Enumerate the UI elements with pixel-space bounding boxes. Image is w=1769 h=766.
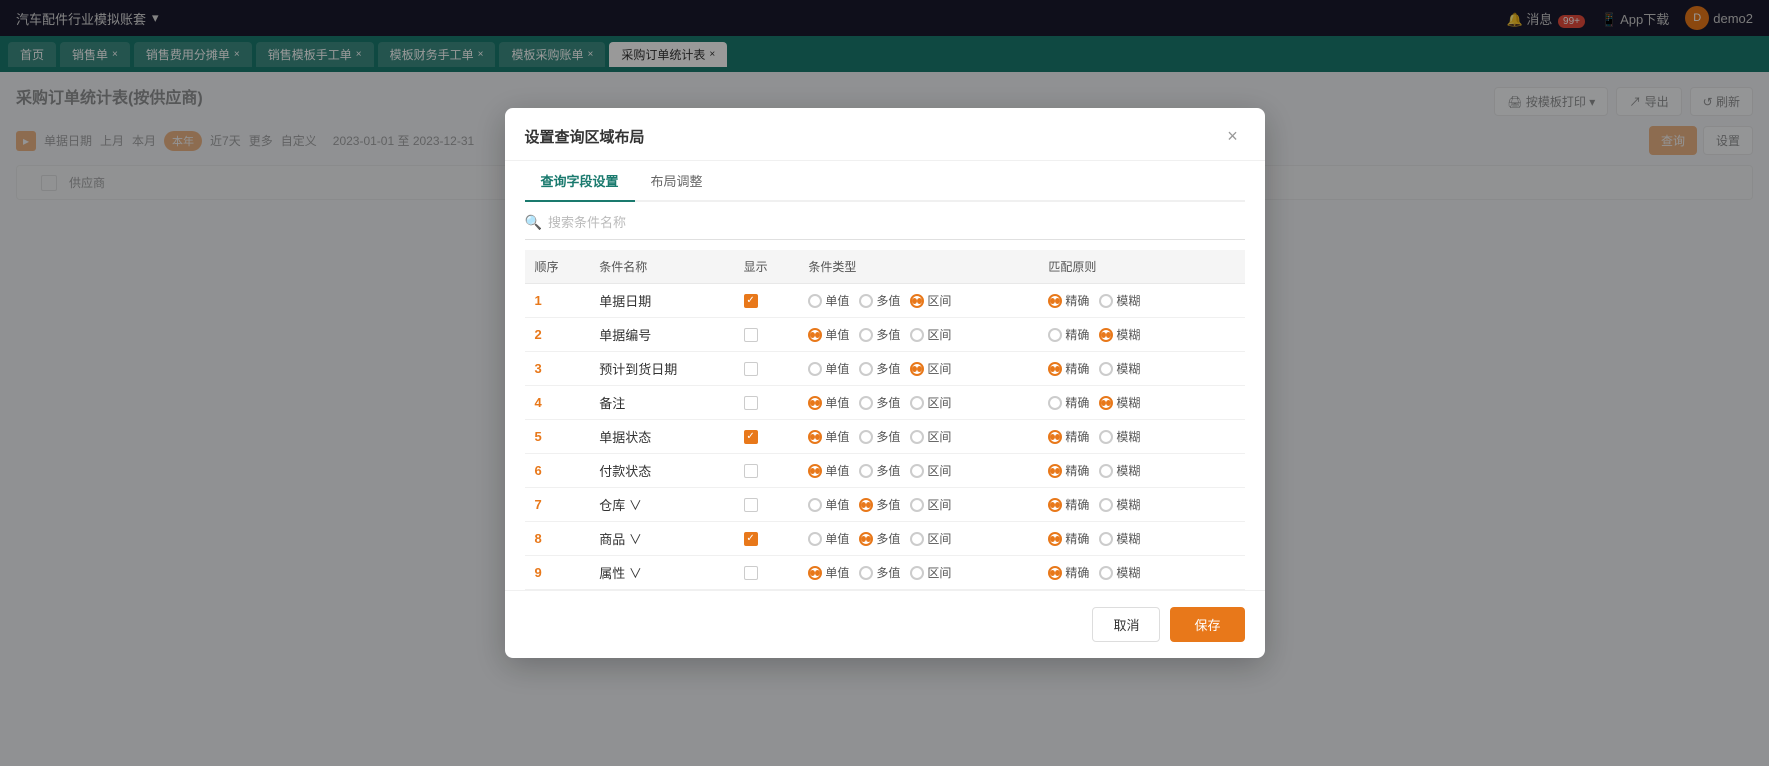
row-name: 属性 ∨ [589,556,733,590]
save-btn[interactable]: 保存 [1170,607,1244,642]
row-cond-type: 单值 多值 区间 [798,318,1038,352]
modal-close-btn[interactable]: × [1221,124,1245,148]
row-display-check[interactable] [734,386,799,420]
row-match: 精确 模糊 [1038,352,1244,386]
table-row: 4备注 单值 多值 区间 精确 [525,386,1245,420]
settings-modal: 设置查询区域布局 × 查询字段设置 布局调整 🔍 顺序 [505,108,1265,658]
row-name: 备注 [589,386,733,420]
row-cond-type: 单值 多值 区间 [798,522,1038,556]
row-name: 预计到货日期 [589,352,733,386]
row-match: 精确 模糊 [1038,386,1244,420]
table-row: 2单据编号 单值 多值 区间 精确 [525,318,1245,352]
th-match: 匹配原则 [1038,250,1244,284]
modal-title: 设置查询区域布局 [525,126,645,147]
row-match: 精确 模糊 [1038,284,1244,318]
row-order: 3 [525,352,590,386]
row-order: 4 [525,386,590,420]
row-order: 2 [525,318,590,352]
table-row: 1单据日期✓ 单值 多值 区间 精确 [525,284,1245,318]
modal-body: 查询字段设置 布局调整 🔍 顺序 条件名称 显示 条件类型 [505,161,1265,590]
row-name: 单据日期 [589,284,733,318]
row-cond-type: 单值 多值 区间 [798,420,1038,454]
tab-layout-adjust[interactable]: 布局调整 [635,161,719,202]
row-order: 1 [525,284,590,318]
row-display-check[interactable] [734,352,799,386]
table-row: 6付款状态 单值 多值 区间 精确 [525,454,1245,488]
row-match: 精确 模糊 [1038,488,1244,522]
row-name: 单据编号 [589,318,733,352]
th-show: 显示 [734,250,799,284]
row-name: 仓库 ∨ [589,488,733,522]
row-display-check[interactable]: ✓ [734,522,799,556]
search-icon: 🔍 [525,214,542,231]
row-display-check[interactable]: ✓ [734,284,799,318]
search-input[interactable] [548,215,1245,230]
row-display-check[interactable] [734,454,799,488]
row-order: 7 [525,488,590,522]
row-cond-type: 单值 多值 区间 [798,284,1038,318]
row-cond-type: 单值 多值 区间 [798,454,1038,488]
modal-overlay: 设置查询区域布局 × 查询字段设置 布局调整 🔍 顺序 [0,0,1769,766]
row-display-check[interactable] [734,488,799,522]
row-order: 6 [525,454,590,488]
table-row: 7仓库 ∨ 单值 多值 区间 精确 [525,488,1245,522]
row-match: 精确 模糊 [1038,556,1244,590]
row-match: 精确 模糊 [1038,454,1244,488]
modal-header: 设置查询区域布局 × [505,108,1265,161]
th-order: 顺序 [525,250,590,284]
row-cond-type: 单值 多值 区间 [798,386,1038,420]
tab-query-fields[interactable]: 查询字段设置 [525,161,635,202]
table-row: 3预计到货日期 单值 多值 区间 精确 [525,352,1245,386]
row-order: 5 [525,420,590,454]
row-display-check[interactable] [734,318,799,352]
row-cond-type: 单值 多值 区间 [798,488,1038,522]
row-match: 精确 模糊 [1038,318,1244,352]
row-display-check[interactable] [734,556,799,590]
row-cond-type: 单值 多值 区间 [798,352,1038,386]
row-match: 精确 模糊 [1038,420,1244,454]
row-match: 精确 模糊 [1038,522,1244,556]
row-name: 单据状态 [589,420,733,454]
row-name: 付款状态 [589,454,733,488]
row-cond-type: 单值 多值 区间 [798,556,1038,590]
modal-footer: 取消 保存 [505,590,1265,658]
settings-table: 顺序 条件名称 显示 条件类型 匹配原则 1单据日期✓ 单值 [525,250,1245,590]
table-row: 9属性 ∨ 单值 多值 区间 精确 [525,556,1245,590]
row-display-check[interactable]: ✓ [734,420,799,454]
row-name: 商品 ∨ [589,522,733,556]
modal-tabs: 查询字段设置 布局调整 [525,161,1245,202]
table-row: 5单据状态✓ 单值 多值 区间 精确 [525,420,1245,454]
table-row: 8商品 ∨✓ 单值 多值 区间 精确 [525,522,1245,556]
row-order: 8 [525,522,590,556]
search-row: 🔍 [525,214,1245,240]
cancel-btn[interactable]: 取消 [1092,607,1160,642]
th-name: 条件名称 [589,250,733,284]
row-order: 9 [525,556,590,590]
th-type: 条件类型 [798,250,1038,284]
